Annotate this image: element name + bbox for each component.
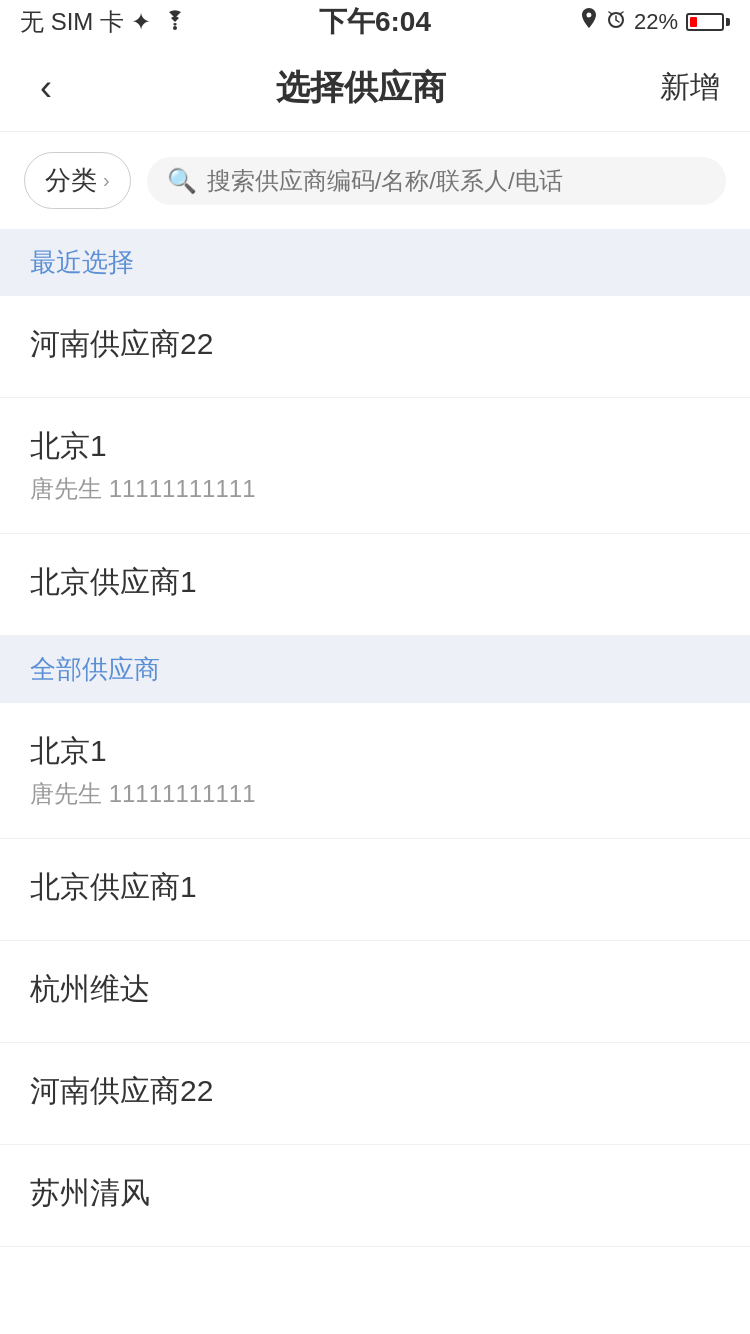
recent-section-label: 最近选择	[30, 247, 134, 277]
page-title: 选择供应商	[276, 65, 446, 111]
all-list-item[interactable]: 苏州清风	[0, 1145, 750, 1247]
alarm-icon	[606, 8, 626, 36]
status-time: 下午6:04	[319, 3, 431, 41]
item-name: 北京供应商1	[30, 562, 720, 603]
search-icon: 🔍	[167, 167, 197, 195]
category-filter-button[interactable]: 分类 ›	[24, 152, 131, 209]
recent-list-item[interactable]: 北京供应商1	[0, 534, 750, 636]
all-section-header: 全部供应商	[0, 636, 750, 703]
all-list-item[interactable]: 北京1 唐先生 11111111111	[0, 703, 750, 839]
item-name: 北京1	[30, 731, 720, 772]
item-name: 北京1	[30, 426, 720, 467]
no-sim-label: 无 SIM 卡 ✦	[20, 6, 151, 38]
item-name: 杭州维达	[30, 969, 720, 1010]
nav-bar: ‹ 选择供应商 新增	[0, 44, 750, 132]
all-items-list: 北京1 唐先生 11111111111 北京供应商1 杭州维达河南供应商22 苏州清风	[0, 703, 750, 1247]
all-list-item[interactable]: 杭州维达	[0, 941, 750, 1043]
chevron-right-icon: ›	[103, 169, 110, 192]
status-left: 无 SIM 卡 ✦	[20, 6, 189, 38]
recent-items-list: 河南供应商22 北京1 唐先生 11111111111 北京供应商1	[0, 296, 750, 636]
wifi-icon	[161, 8, 189, 36]
back-button[interactable]: ‹	[30, 57, 62, 119]
status-right: 22%	[580, 8, 730, 36]
location-icon	[580, 8, 598, 36]
item-name: 苏州清风	[30, 1173, 720, 1214]
svg-point-0	[173, 26, 177, 30]
battery-percent: 22%	[634, 9, 678, 35]
item-name: 河南供应商22	[30, 324, 720, 365]
recent-section-header: 最近选择	[0, 229, 750, 296]
new-action-button[interactable]: 新增	[660, 67, 720, 108]
recent-list-item[interactable]: 河南供应商22	[0, 296, 750, 398]
all-list-item[interactable]: 北京供应商1	[0, 839, 750, 941]
status-bar: 无 SIM 卡 ✦ 下午6:04 22%	[0, 0, 750, 44]
search-input[interactable]	[207, 167, 706, 195]
all-list-item[interactable]: 河南供应商22	[0, 1043, 750, 1145]
filter-bar: 分类 › 🔍	[0, 132, 750, 229]
recent-list-item[interactable]: 北京1 唐先生 11111111111	[0, 398, 750, 534]
battery-icon	[686, 13, 730, 31]
search-bar[interactable]: 🔍	[147, 157, 726, 205]
item-sub: 唐先生 11111111111	[30, 473, 720, 505]
item-name: 北京供应商1	[30, 867, 720, 908]
item-name: 河南供应商22	[30, 1071, 720, 1112]
category-label: 分类	[45, 163, 97, 198]
item-sub: 唐先生 11111111111	[30, 778, 720, 810]
all-section-label: 全部供应商	[30, 654, 160, 684]
